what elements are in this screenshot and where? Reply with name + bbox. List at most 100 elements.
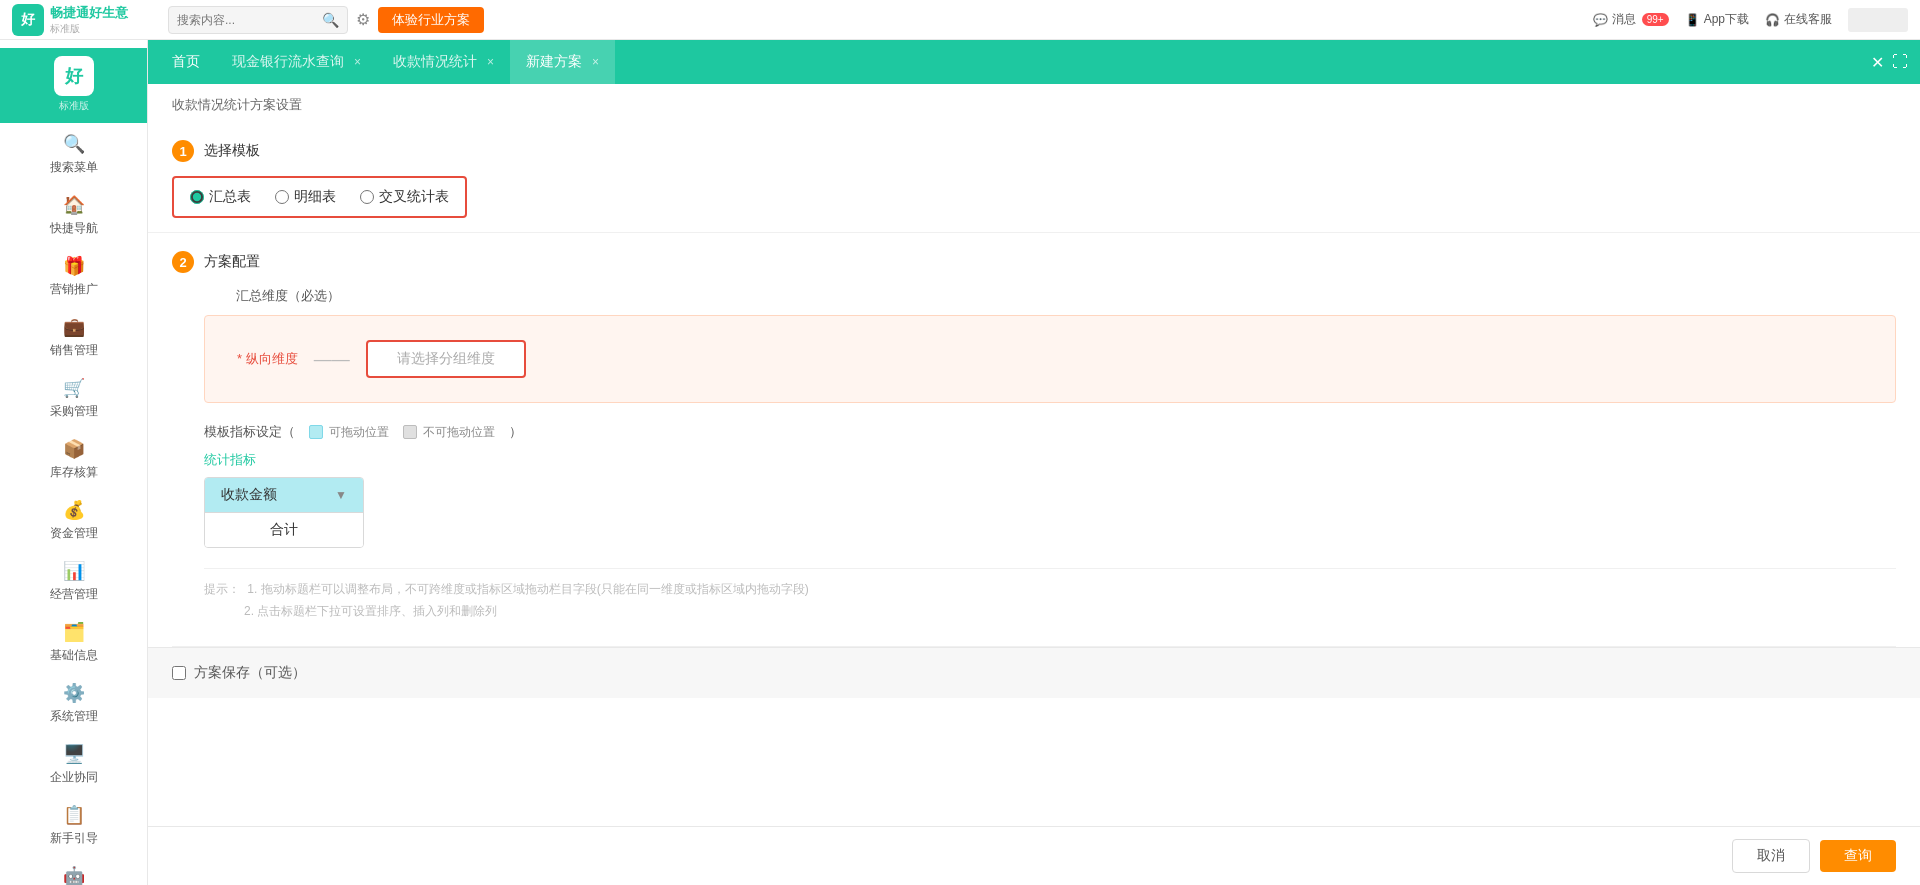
step1-title: 选择模板: [204, 142, 260, 160]
beginner-guide-icon: 📋: [63, 804, 85, 826]
inventory-icon: 📦: [63, 438, 85, 460]
template-section: 1 选择模板 汇总表 明细表: [148, 122, 1920, 233]
sidebar-item-beginner-guide[interactable]: 📋 新手引导: [0, 794, 147, 855]
step2-header: 2 方案配置: [172, 251, 1896, 273]
tab-new-plan[interactable]: 新建方案 ×: [510, 40, 615, 84]
enterprise-collab-icon: 🖥️: [63, 743, 85, 765]
option-summary[interactable]: 汇总表: [190, 188, 251, 206]
sidebar-item-label: 经营管理: [50, 586, 98, 603]
option-crosstab[interactable]: 交叉统计表: [360, 188, 449, 206]
smart-hardware-icon: 🤖: [63, 865, 85, 885]
search-input[interactable]: [177, 13, 322, 27]
sidebar-item-operations[interactable]: 📊 经营管理: [0, 550, 147, 611]
search-box[interactable]: 🔍: [168, 6, 348, 34]
logo-text: 畅捷通好生意 标准版: [50, 4, 128, 36]
tab-collection-stats-close[interactable]: ×: [487, 55, 494, 69]
message-group[interactable]: 💬 消息 99+: [1593, 11, 1669, 28]
cancel-button[interactable]: 取消: [1732, 839, 1810, 873]
sidebar-item-enterprise-collab[interactable]: 🖥️ 企业协同: [0, 733, 147, 794]
tab-bank-flow[interactable]: 现金银行流水查询 ×: [216, 40, 377, 84]
radio-detail[interactable]: [275, 190, 289, 204]
dimension-arrow: ——: [314, 349, 350, 370]
sidebar-item-label: 资金管理: [50, 525, 98, 542]
metrics-container: 统计指标 收款金额 ▼ 合计: [204, 451, 1896, 548]
option-summary-label: 汇总表: [209, 188, 251, 206]
sidebar-item-sales[interactable]: 💼 销售管理: [0, 306, 147, 367]
tab-bar: 首页 现金银行流水查询 × 收款情况统计 × 新建方案 × ✕ ⛶: [148, 40, 1920, 84]
expand-icon[interactable]: ⛶: [1892, 53, 1908, 71]
trial-button[interactable]: 体验行业方案: [378, 7, 484, 33]
tip-1: 提示： 1. 拖动标题栏可以调整布局，不可跨维度或指标区域拖动栏目字段(只能在同…: [204, 579, 1896, 601]
bottom-bar: 取消 查询: [148, 826, 1920, 885]
step2-number: 2: [172, 251, 194, 273]
metrics-table-header[interactable]: 收款金额 ▼: [205, 478, 363, 513]
user-avatar: [1848, 8, 1908, 32]
tips-section: 提示： 1. 拖动标题栏可以调整布局，不可跨维度或指标区域拖动栏目字段(只能在同…: [204, 568, 1896, 632]
query-button[interactable]: 查询: [1820, 840, 1896, 872]
content-area: 首页 现金银行流水查询 × 收款情况统计 × 新建方案 × ✕ ⛶ 收款情况统: [148, 40, 1920, 885]
legend-draggable-label: 可拖动位置: [329, 424, 389, 441]
app-icon: 📱: [1685, 13, 1700, 27]
legend-fixed-group: 不可拖动位置: [403, 424, 495, 441]
logo-area: 好 畅捷通好生意 标准版: [12, 4, 160, 36]
online-service-group[interactable]: 🎧 在线客服: [1765, 11, 1832, 28]
sidebar-item-label: 系统管理: [50, 708, 98, 725]
sidebar-item-search-menu[interactable]: 🔍 搜索菜单: [0, 123, 147, 184]
breadcrumb: 收款情况统计方案设置: [148, 84, 1920, 122]
sidebar-item-quick-nav[interactable]: 🏠 快捷导航: [0, 184, 147, 245]
metrics-dropdown-arrow[interactable]: ▼: [335, 488, 347, 502]
sidebar-item-marketing[interactable]: 🎁 营销推广: [0, 245, 147, 306]
message-badge: 99+: [1642, 13, 1669, 26]
service-icon: 🎧: [1765, 13, 1780, 27]
sidebar-item-label: 快捷导航: [50, 220, 98, 237]
app-download-group[interactable]: 📱 App下载: [1685, 11, 1749, 28]
online-service-label: 在线客服: [1784, 11, 1832, 28]
topbar-right: 💬 消息 99+ 📱 App下载 🎧 在线客服: [1593, 8, 1908, 32]
legend-draggable-group: 可拖动位置: [309, 424, 389, 441]
tab-new-plan-close[interactable]: ×: [592, 55, 599, 69]
dimension-selector[interactable]: 请选择分组维度: [366, 340, 526, 378]
close-all-icon[interactable]: ✕: [1871, 53, 1884, 72]
sidebar-item-label: 销售管理: [50, 342, 98, 359]
metrics-table-cell: 合计: [205, 513, 363, 547]
save-label: 方案保存（可选）: [194, 664, 306, 682]
tip-2: 2. 点击标题栏下拉可设置排序、插入列和删除列: [204, 601, 1896, 623]
purchase-icon: 🛒: [63, 377, 85, 399]
message-label: 消息: [1612, 11, 1636, 28]
sidebar-item-finance[interactable]: 💰 资金管理: [0, 489, 147, 550]
radio-crosstab[interactable]: [360, 190, 374, 204]
option-detail-label: 明细表: [294, 188, 336, 206]
metrics-table: 收款金额 ▼ 合计: [204, 477, 364, 548]
tab-home[interactable]: 首页: [156, 40, 216, 84]
operations-icon: 📊: [63, 560, 85, 582]
metrics-section-title: 统计指标: [204, 451, 1896, 469]
option-detail[interactable]: 明细表: [275, 188, 336, 206]
basic-info-icon: 🗂️: [63, 621, 85, 643]
marketing-icon: 🎁: [63, 255, 85, 277]
sidebar-item-smart-hardware[interactable]: 🤖 智能硬件: [0, 855, 147, 885]
sidebar-item-system[interactable]: ⚙️ 系统管理: [0, 672, 147, 733]
logo-icon: 好: [12, 4, 44, 36]
tip-1-text: 1. 拖动标题栏可以调整布局，不可跨维度或指标区域拖动栏目字段(只能在同一维度或…: [247, 582, 808, 596]
save-checkbox[interactable]: [172, 666, 186, 680]
option-crosstab-label: 交叉统计表: [379, 188, 449, 206]
sidebar-item-purchase[interactable]: 🛒 采购管理: [0, 367, 147, 428]
sidebar-item-inventory[interactable]: 📦 库存核算: [0, 428, 147, 489]
radio-summary[interactable]: [190, 190, 204, 204]
step1-number: 1: [172, 140, 194, 162]
sidebar-item-basic-info[interactable]: 🗂️ 基础信息: [0, 611, 147, 672]
tab-bank-flow-label: 现金银行流水查询: [232, 53, 344, 71]
tab-collection-stats-label: 收款情况统计: [393, 53, 477, 71]
page-inner: 收款情况统计方案设置 1 选择模板 汇总表 明细表: [148, 84, 1920, 826]
tab-collection-stats[interactable]: 收款情况统计 ×: [377, 40, 510, 84]
gear-icon[interactable]: ⚙: [356, 10, 370, 29]
tab-bank-flow-close[interactable]: ×: [354, 55, 361, 69]
sidebar-item-label: 基础信息: [50, 647, 98, 664]
metrics-legend-close: ）: [509, 423, 522, 441]
metrics-column-header: 收款金额: [221, 486, 277, 504]
app-download-label: App下载: [1704, 11, 1749, 28]
quick-nav-icon: 🏠: [63, 194, 85, 216]
config-section: 2 方案配置 汇总维度（必选） * 纵向维度 —— 请选择分组维度: [148, 233, 1920, 646]
template-options: 汇总表 明细表 交叉统计表: [172, 176, 467, 218]
step1-header: 1 选择模板: [172, 140, 1896, 162]
